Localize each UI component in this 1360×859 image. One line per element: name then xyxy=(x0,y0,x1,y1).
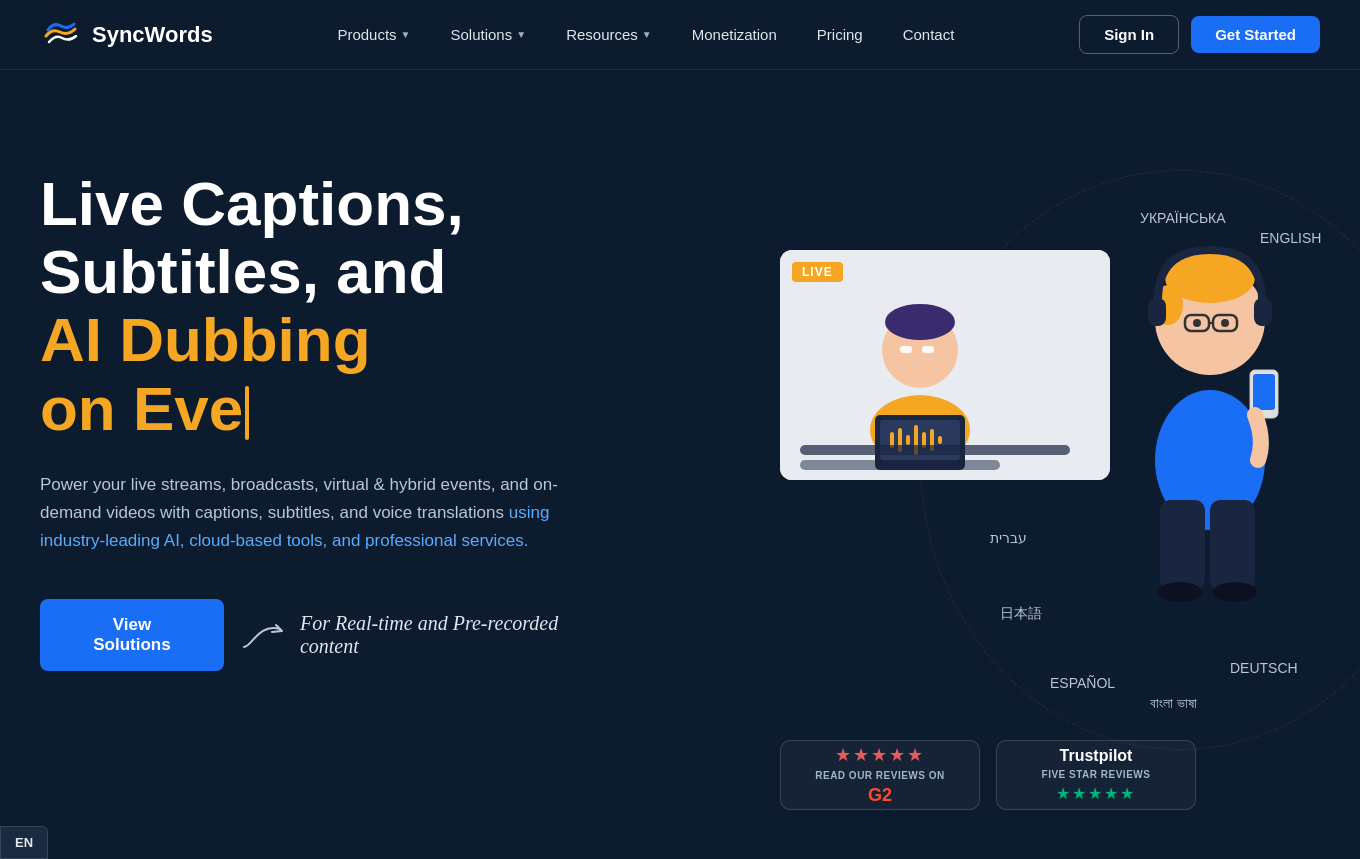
trustpilot-subtitle: FIVE STAR REVIEWS xyxy=(1042,769,1151,780)
svg-point-21 xyxy=(1158,582,1202,602)
hero-visual: УКРАЇНСЬКА ENGLISH اللغة العربية FRANÇAI… xyxy=(720,130,1360,830)
language-selector[interactable]: EN xyxy=(0,826,48,859)
live-video-card: LIVE xyxy=(780,250,1110,480)
g2-logo: G2 xyxy=(868,785,892,806)
hero-heading: Live Captions, Subtitles, and AI Dubbing… xyxy=(40,170,620,443)
logo-text: SyncWords xyxy=(92,22,213,48)
character-illustration xyxy=(1080,130,1340,610)
resources-arrow-icon: ▼ xyxy=(642,29,652,40)
cta-annotation: For Real-time and Pre-recorded content xyxy=(242,612,620,658)
lang-bengali: বাংলা ভাষা xyxy=(1150,695,1197,712)
svg-rect-32 xyxy=(1254,298,1272,326)
svg-point-4 xyxy=(885,304,955,340)
lang-hebrew: עברית xyxy=(990,530,1027,546)
products-arrow-icon: ▼ xyxy=(401,29,411,40)
svg-point-22 xyxy=(1213,582,1257,602)
svg-rect-31 xyxy=(1148,298,1166,326)
svg-rect-11 xyxy=(906,435,910,445)
sign-in-button[interactable]: Sign In xyxy=(1079,15,1179,54)
nav-pricing[interactable]: Pricing xyxy=(801,18,879,51)
svg-rect-34 xyxy=(1253,374,1275,410)
trustpilot-stars: ★★★★★ xyxy=(1056,784,1136,803)
svg-rect-17 xyxy=(800,460,1000,470)
nav-resources[interactable]: Resources ▼ xyxy=(550,18,668,51)
hero-section: Live Captions, Subtitles, and AI Dubbing… xyxy=(0,70,1360,859)
navbar: SyncWords Products ▼ Solutions ▼ Resourc… xyxy=(0,0,1360,70)
live-badge: LIVE xyxy=(792,262,843,282)
cta-note-text: For Real-time and Pre-recorded content xyxy=(300,612,620,658)
g2-review-text: READ OUR REVIEWS ON xyxy=(815,770,945,781)
trustpilot-label: Trustpilot xyxy=(1060,747,1133,765)
g2-stars: ★★★★★ xyxy=(835,744,925,766)
trustpilot-badge[interactable]: Trustpilot FIVE STAR REVIEWS ★★★★★ xyxy=(996,740,1196,810)
nav-links: Products ▼ Solutions ▼ Resources ▼ Monet… xyxy=(321,18,970,51)
get-started-button[interactable]: Get Started xyxy=(1191,16,1320,53)
svg-point-30 xyxy=(1221,319,1229,327)
hero-description: Power your live streams, broadcasts, vir… xyxy=(40,471,580,555)
review-badges: ★★★★★ READ OUR REVIEWS ON G2 Trustpilot … xyxy=(780,740,1196,810)
solutions-arrow-icon: ▼ xyxy=(516,29,526,40)
lang-german: DEUTSCH xyxy=(1230,660,1298,676)
arrow-icon xyxy=(242,619,290,651)
svg-rect-5 xyxy=(900,346,912,353)
hero-left-content: Live Captions, Subtitles, and AI Dubbing… xyxy=(40,130,620,671)
view-solutions-button[interactable]: View Solutions xyxy=(40,599,224,671)
svg-rect-20 xyxy=(1210,500,1255,590)
svg-point-29 xyxy=(1193,319,1201,327)
nav-contact[interactable]: Contact xyxy=(887,18,971,51)
lang-japanese: 日本語 xyxy=(1000,605,1042,623)
logo-link[interactable]: SyncWords xyxy=(40,14,213,56)
lang-spanish: ESPAÑOL xyxy=(1050,675,1115,691)
g2-badge[interactable]: ★★★★★ READ OUR REVIEWS ON G2 xyxy=(780,740,980,810)
nav-products[interactable]: Products ▼ xyxy=(321,18,426,51)
cursor-blink xyxy=(245,386,249,440)
hero-cta-row: View Solutions For Real-time and Pre-rec… xyxy=(40,599,620,671)
nav-solutions[interactable]: Solutions ▼ xyxy=(435,18,543,51)
svg-rect-15 xyxy=(938,436,942,444)
nav-actions: Sign In Get Started xyxy=(1079,15,1320,54)
svg-rect-6 xyxy=(922,346,934,353)
svg-rect-19 xyxy=(1160,500,1205,590)
nav-monetization[interactable]: Monetization xyxy=(676,18,793,51)
svg-rect-16 xyxy=(800,445,1070,455)
